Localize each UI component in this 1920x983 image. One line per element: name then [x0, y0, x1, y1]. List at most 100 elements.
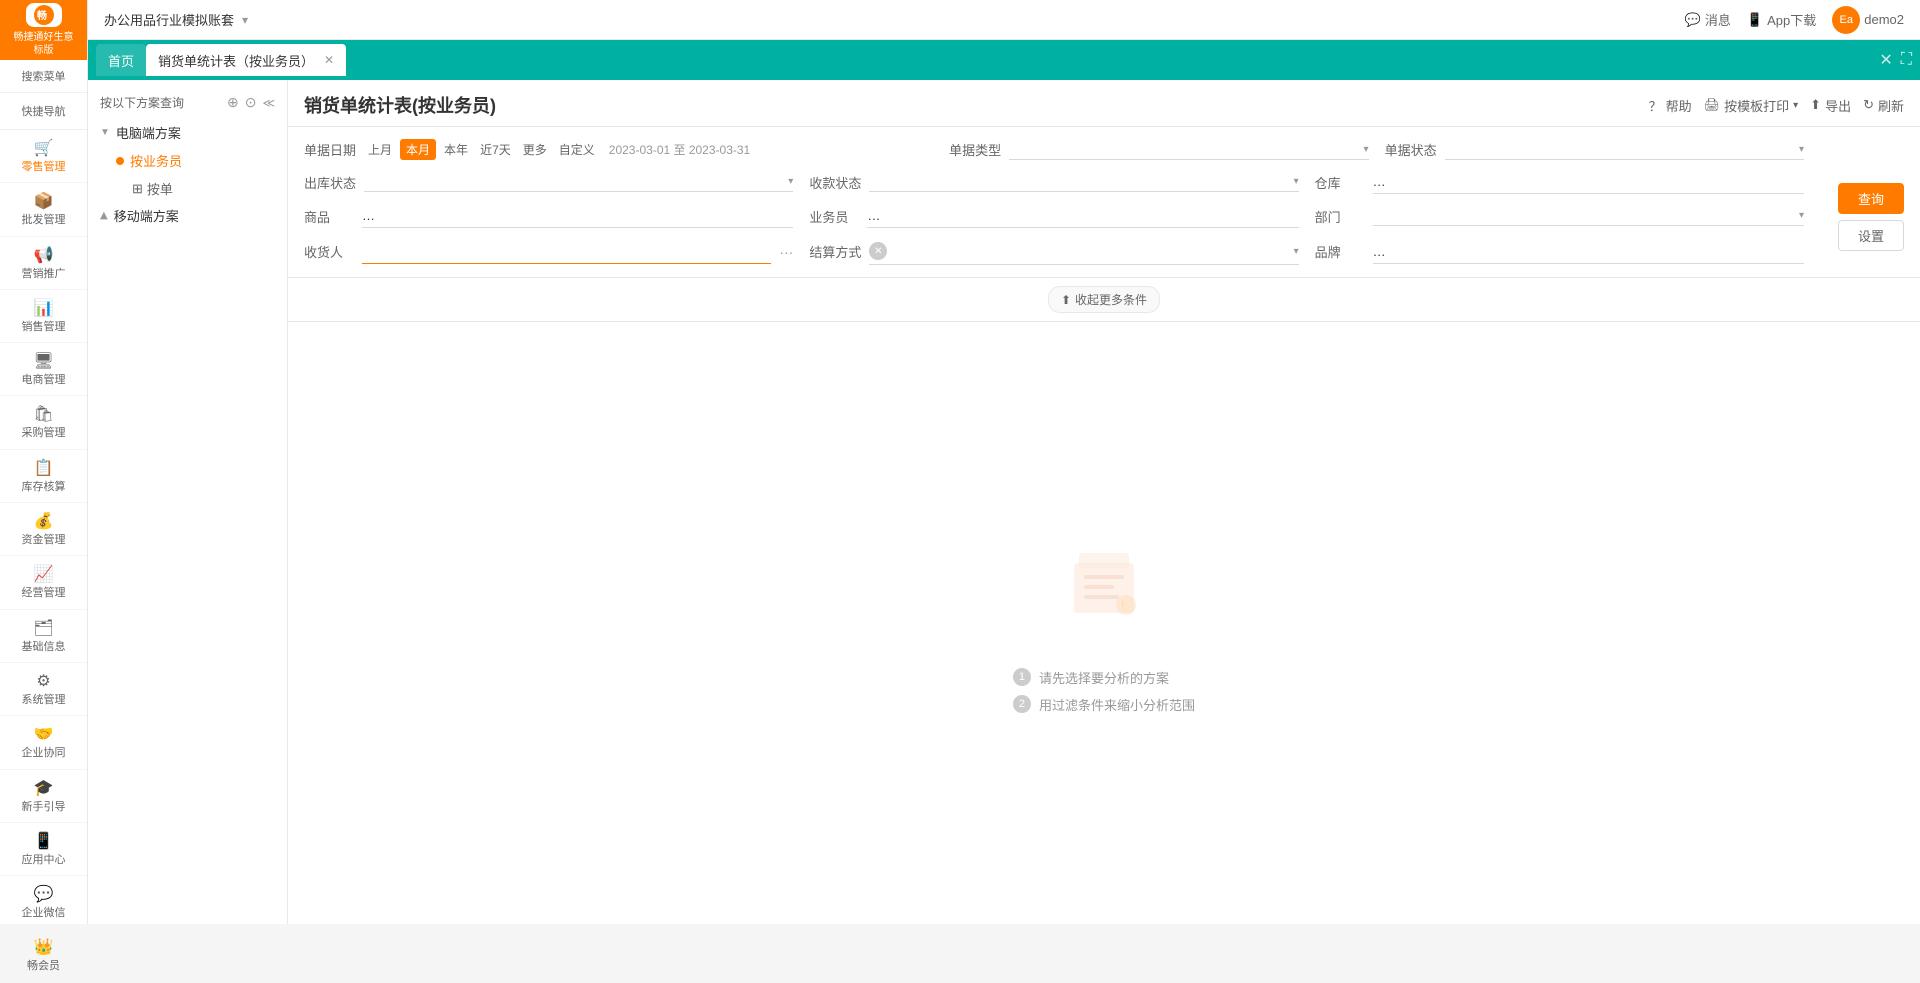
sidebar: 畅 畅捷通好生意 标版 搜索菜单 快捷导航 🛒 零售管理 📦 批发管理 📢 营销… — [0, 0, 88, 924]
consignee-input[interactable] — [362, 240, 771, 264]
date-tabs: 上月 本月 本年 近7天 更多 自定义 — [364, 139, 599, 160]
settlement-clear-icon[interactable]: ✕ — [869, 242, 887, 260]
refresh-button[interactable]: ↻ 刷新 — [1863, 96, 1904, 115]
sidebar-item-sales[interactable]: 📊 销售管理 — [0, 290, 87, 343]
warehouse-select[interactable]: … — [1373, 170, 1804, 194]
guide-label: 新手引导 — [22, 800, 66, 814]
salesperson-select[interactable]: … — [867, 204, 1298, 228]
doc-type-select[interactable]: ▾ — [1009, 140, 1368, 160]
tab-maximize-button[interactable]: ⛶ — [1901, 51, 1912, 69]
sidebar-search-label[interactable]: 搜索菜单 — [22, 68, 66, 84]
page-title: 销货单统计表(按业务员) — [304, 92, 496, 118]
avatar: Ea — [1832, 6, 1860, 34]
tree-mobile-scheme[interactable]: ▶ 移动端方案 — [88, 202, 287, 229]
scheme-query-title: 按以下方案查询 — [100, 94, 184, 111]
collapse-button[interactable]: ⬆ 收起更多条件 — [1048, 286, 1160, 313]
filter-department: 部门 ▾ — [1315, 206, 1804, 226]
header-right: 💬 消息 📱 App下载 Ea demo2 — [1685, 6, 1904, 34]
template-print-button[interactable]: 🖨 按模板打印 ▾ — [1704, 96, 1799, 115]
sidebar-item-basic[interactable]: 🗂 基础信息 — [0, 610, 87, 663]
inventory-icon: 📋 — [34, 458, 54, 478]
consignee-dots-icon[interactable]: ··· — [779, 244, 793, 260]
basic-label: 基础信息 — [22, 640, 66, 654]
basic-icon: 🗂 — [33, 618, 53, 638]
date-tab-this-month[interactable]: 本月 — [400, 139, 436, 160]
tip-1-number: 1 — [1013, 668, 1031, 686]
export-label: 导出 — [1825, 96, 1851, 115]
filter-payment-status: 收款状态 ▾ — [809, 172, 1298, 192]
tree-pc-scheme[interactable]: ▼ 电脑端方案 — [88, 119, 287, 146]
appstore-label: 应用中心 — [22, 853, 66, 867]
sidebar-search-section[interactable]: 搜索菜单 — [0, 60, 87, 93]
sidebar-item-appstore[interactable]: 📱 应用中心 — [0, 823, 87, 876]
sidebar-item-marketing[interactable]: 📢 营销推广 — [0, 237, 87, 290]
salesperson-value: … — [867, 208, 880, 223]
user-profile[interactable]: Ea demo2 — [1832, 6, 1904, 34]
action-buttons: 查询 设置 — [1838, 183, 1904, 251]
sidebar-item-wholesale[interactable]: 📦 批发管理 — [0, 183, 87, 236]
date-tab-custom[interactable]: 自定义 — [555, 139, 599, 160]
member-label: 畅会员 — [27, 959, 60, 973]
settlement-arrow: ▾ — [1294, 246, 1299, 257]
sidebar-item-inventory[interactable]: 📋 库存核算 — [0, 450, 87, 503]
sidebar-item-purchase[interactable]: 🛍 采购管理 — [0, 396, 87, 449]
filter-row-1: 单据日期 上月 本月 本年 近7天 更多 自定义 20 — [304, 139, 1904, 160]
sidebar-item-ecommerce[interactable]: 🖥 电商管理 — [0, 343, 87, 396]
top-header: 办公用品行业模拟账套 ▾ 💬 消息 📱 App下载 Ea demo2 — [88, 0, 1920, 40]
sidebar-item-system[interactable]: ⚙ 系统管理 — [0, 663, 87, 716]
tab-home[interactable]: 首页 — [96, 44, 146, 76]
filter-salesperson: 业务员 … — [809, 204, 1298, 228]
member-icon: 👑 — [34, 937, 54, 957]
sidebar-item-member[interactable]: 👑 畅会员 — [0, 929, 87, 982]
date-tab-this-year[interactable]: 本年 — [440, 139, 472, 160]
ecommerce-label: 电商管理 — [22, 373, 66, 387]
sidebar-item-operations[interactable]: 📈 经营管理 — [0, 556, 87, 609]
logo-icon: 畅 — [26, 3, 62, 27]
sidebar-item-guide[interactable]: 🎓 新手引导 — [0, 770, 87, 823]
tab-close-button[interactable]: ✕ — [324, 53, 334, 67]
add-scheme-icon[interactable]: ⊕ — [227, 94, 239, 111]
corp-icon: 🤝 — [34, 724, 54, 744]
tip-2-number: 2 — [1013, 695, 1031, 713]
out-status-label: 出库状态 — [304, 173, 356, 192]
date-tab-7days[interactable]: 近7天 — [476, 139, 515, 160]
department-label: 部门 — [1315, 207, 1365, 226]
tree-arrow-pc: ▼ — [100, 127, 110, 138]
goods-select[interactable]: … — [362, 204, 793, 228]
sidebar-item-finance[interactable]: 💰 资金管理 — [0, 503, 87, 556]
app-download-button[interactable]: 📱 App下载 — [1747, 10, 1816, 29]
tree-by-order[interactable]: ⊞ 按单 — [88, 175, 287, 202]
message-button[interactable]: 💬 消息 — [1685, 10, 1731, 29]
date-tab-more[interactable]: 更多 — [519, 139, 551, 160]
collapse-panel-icon[interactable]: ≪ — [262, 96, 275, 110]
sidebar-item-retail[interactable]: 🛒 零售管理 — [0, 130, 87, 183]
sidebar-item-corp[interactable]: 🤝 企业协同 — [0, 716, 87, 769]
date-tab-last-month[interactable]: 上月 — [364, 139, 396, 160]
payment-status-arrow: ▾ — [1294, 176, 1299, 187]
purchase-icon: 🛍 — [33, 404, 53, 424]
sidebar-logo[interactable]: 畅 畅捷通好生意 标版 — [0, 0, 87, 60]
settlement-select[interactable]: ✕ ▾ — [869, 238, 1298, 265]
tab-close-all-button[interactable]: ✕ — [1879, 50, 1892, 70]
sidebar-nav-label[interactable]: 快捷导航 — [22, 97, 66, 125]
collapse-label: 收起更多条件 — [1075, 291, 1147, 308]
settings-button[interactable]: 设置 — [1838, 220, 1904, 251]
help-button[interactable]: ？ 帮助 — [1649, 96, 1692, 115]
doc-status-arrow: ▾ — [1799, 144, 1804, 155]
settings-scheme-icon[interactable]: ⊙ — [245, 94, 257, 111]
payment-status-select[interactable]: ▾ — [869, 172, 1298, 192]
export-button[interactable]: ⬆ 导出 — [1810, 96, 1851, 115]
tree-by-salesperson[interactable]: 按业务员 — [88, 146, 287, 175]
goods-value: … — [362, 208, 375, 223]
sidebar-nav-section[interactable]: 快捷导航 — [0, 93, 87, 130]
brand-select[interactable]: … — [1373, 240, 1804, 264]
tab-sales-stat[interactable]: 销货单统计表（按业务员） ✕ — [146, 44, 346, 76]
sidebar-item-wechat[interactable]: 💬 企业微信 — [0, 876, 87, 929]
page-header: 销货单统计表(按业务员) ？ 帮助 🖨 按模板打印 ▾ ⬆ 导出 — [288, 80, 1920, 127]
out-status-select[interactable]: ▾ — [364, 172, 793, 192]
breadcrumb-dropdown-icon[interactable]: ▾ — [242, 13, 248, 27]
department-select[interactable]: ▾ — [1373, 206, 1804, 226]
doc-status-select[interactable]: ▾ — [1445, 140, 1804, 160]
template-print-dropdown-icon[interactable]: ▾ — [1793, 100, 1798, 111]
query-button[interactable]: 查询 — [1838, 183, 1904, 214]
